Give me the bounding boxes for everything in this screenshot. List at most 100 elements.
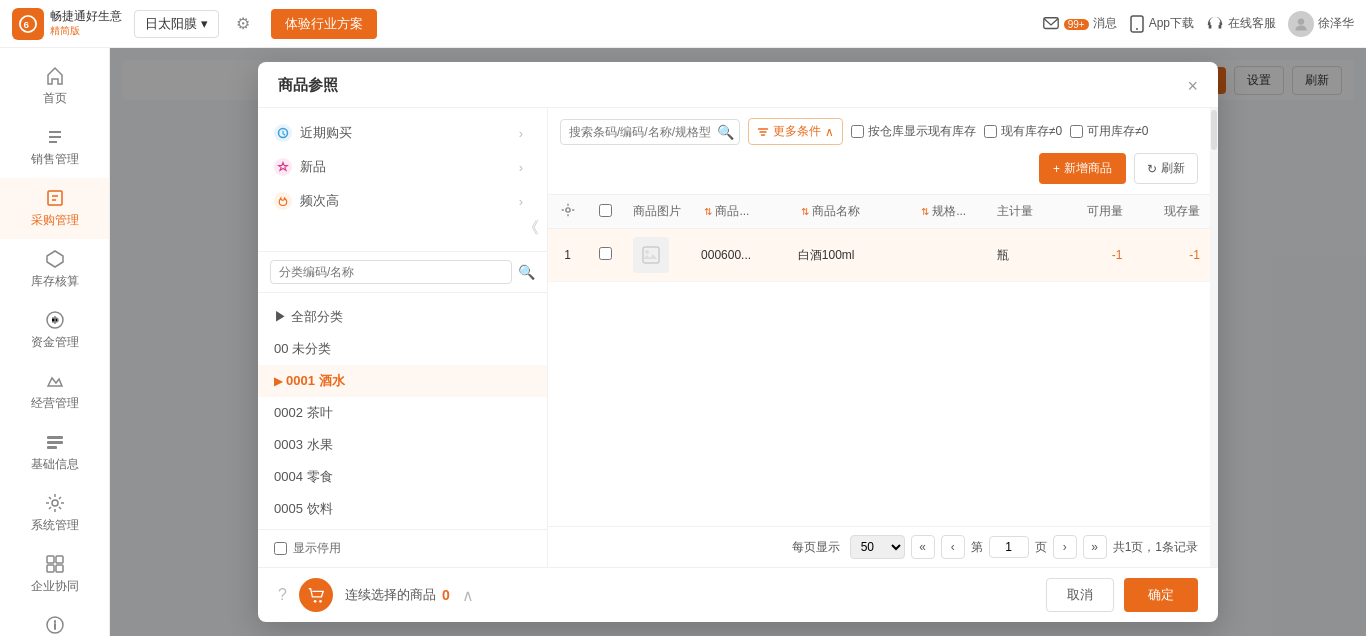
continuous-label: 连续选择的商品 0 (345, 586, 450, 604)
collapse-new-icon[interactable]: › (511, 157, 531, 177)
filter-available-stock[interactable]: 可用库存≠0 (1070, 123, 1148, 140)
help-icon[interactable]: ? (278, 586, 287, 604)
add-product-label: 新增商品 (1064, 160, 1112, 177)
table-row[interactable]: 1 (548, 229, 1210, 282)
quick-frequent[interactable]: 频次高 › (258, 184, 547, 218)
filter-by-warehouse[interactable]: 按仓库显示现有库存 (851, 123, 976, 140)
sidebar-item-system[interactable]: 系统管理 (0, 483, 109, 544)
svg-rect-13 (56, 556, 63, 563)
cat-0002[interactable]: 0002 茶叶 (258, 397, 547, 429)
sidebar-item-guide[interactable]: 新手引导 (0, 605, 109, 636)
current-stock-checkbox[interactable] (984, 125, 997, 138)
svg-point-4 (1136, 28, 1138, 30)
cat-all[interactable]: ▶ 全部分类 (258, 301, 547, 333)
messages-badge: 99+ (1064, 17, 1089, 31)
row-stock: -1 (1189, 248, 1200, 262)
cat-0005[interactable]: 0005 饮料 (258, 493, 547, 525)
sidebar-label-finance: 资金管理 (31, 334, 79, 351)
left-panel: 近期购买 › 新品 › (258, 108, 548, 567)
sidebar-item-inventory[interactable]: 库存核算 (0, 239, 109, 300)
collapse-quick-icon[interactable]: › (511, 123, 531, 143)
cat-0004[interactable]: 0004 零食 (258, 461, 547, 493)
available-stock-checkbox[interactable] (1070, 125, 1083, 138)
refresh-icon: ↻ (1147, 162, 1157, 176)
collapse-panel-btn[interactable]: 《 (523, 218, 539, 239)
show-disabled-label[interactable]: 显示停用 (293, 540, 341, 557)
refresh-btn[interactable]: ↻ 刷新 (1134, 153, 1198, 184)
th-spec[interactable]: ⇅ 规格... (908, 195, 987, 229)
operations-icon (45, 371, 65, 391)
sidebar-item-home[interactable]: 首页 (0, 56, 109, 117)
show-disabled-checkbox[interactable] (274, 542, 287, 555)
cart-count: 0 (442, 587, 450, 603)
sidebar-label-inventory: 库存核算 (31, 273, 79, 290)
th-code[interactable]: ⇅ 商品... (691, 195, 788, 229)
quick-access: 近期购买 › 新品 › (258, 108, 547, 252)
th-name[interactable]: ⇅ 商品名称 (788, 195, 908, 229)
svg-point-25 (314, 600, 317, 603)
main-search-icon[interactable]: 🔍 (717, 124, 734, 140)
category-search-btn[interactable]: 🔍 (518, 264, 535, 280)
logo-sub: 精简版 (50, 24, 122, 38)
category-search-input[interactable] (270, 260, 512, 284)
experience-btn[interactable]: 体验行业方案 (271, 9, 377, 39)
phone-icon (1129, 15, 1145, 33)
store-name: 日太阳膜 (145, 15, 197, 33)
modal-scroll-thumb[interactable] (1211, 110, 1217, 150)
home-icon (45, 66, 65, 86)
th-code-sort-icon: ⇅ (704, 206, 712, 217)
cat-0003[interactable]: 0003 水果 (258, 429, 547, 461)
page-first-btn[interactable]: « (911, 535, 935, 559)
right-panel: 🔍 更多条件 ∧ 按仓库显示现有库存 (548, 108, 1210, 567)
svg-point-22 (566, 208, 570, 212)
quick-new-label: 新品 (300, 158, 326, 176)
th-stock: 现存量 (1133, 195, 1210, 229)
user-item[interactable]: 徐泽华 (1288, 11, 1354, 37)
store-selector[interactable]: 日太阳膜 ▾ (134, 10, 219, 38)
page-prev-btn[interactable]: ‹ (941, 535, 965, 559)
cat-00[interactable]: 00 未分类 (258, 333, 547, 365)
sidebar-item-purchase[interactable]: 采购管理 (0, 178, 109, 239)
filter-more-btn[interactable]: 更多条件 ∧ (748, 118, 843, 145)
quick-new[interactable]: 新品 › (258, 150, 547, 184)
confirm-btn[interactable]: 确定 (1124, 578, 1198, 612)
page-next-btn[interactable]: › (1053, 535, 1077, 559)
collapse-footer-icon[interactable]: ∧ (462, 586, 474, 605)
cancel-btn[interactable]: 取消 (1046, 578, 1114, 612)
modal-header: 商品参照 × (258, 62, 1218, 108)
th-avail-label: 可用量 (1087, 204, 1123, 218)
page-input[interactable] (989, 536, 1029, 558)
page-last-btn[interactable]: » (1083, 535, 1107, 559)
settings-icon[interactable]: ⚙ (229, 10, 257, 38)
sidebar-item-finance[interactable]: 资金管理 (0, 300, 109, 361)
messages-item[interactable]: 99+ 消息 (1042, 15, 1117, 33)
cell-check[interactable] (587, 229, 623, 282)
sidebar-item-enterprise[interactable]: 企业协同 (0, 544, 109, 605)
select-all-checkbox[interactable] (599, 204, 612, 217)
clock-icon (274, 124, 292, 142)
page-size-select[interactable]: 50 20 100 (850, 535, 905, 559)
online-service-item[interactable]: 在线客服 (1206, 15, 1276, 33)
modal-close-btn[interactable]: × (1187, 77, 1198, 95)
collapse-freq-icon[interactable]: › (511, 191, 531, 211)
add-product-btn[interactable]: + 新增商品 (1039, 153, 1126, 184)
sidebar-label-basic: 基础信息 (31, 456, 79, 473)
app-download-item[interactable]: App下载 (1129, 15, 1194, 33)
th-settings[interactable] (548, 195, 587, 229)
svg-point-24 (645, 250, 649, 254)
filter-current-stock[interactable]: 现有库存≠0 (984, 123, 1062, 140)
sidebar-item-sales[interactable]: 销售管理 (0, 117, 109, 178)
sidebar-label-enterprise: 企业协同 (31, 578, 79, 595)
row-checkbox[interactable] (599, 247, 612, 260)
cell-unit: 瓶 (987, 229, 1056, 282)
cart-btn[interactable] (299, 578, 333, 612)
username: 徐泽华 (1318, 15, 1354, 32)
by-warehouse-checkbox[interactable] (851, 125, 864, 138)
quick-recent[interactable]: 近期购买 › (258, 116, 547, 150)
th-name-sort-icon: ⇅ (801, 206, 809, 217)
sidebar-item-basic[interactable]: 基础信息 (0, 422, 109, 483)
main-search-input[interactable] (560, 119, 740, 145)
cell-img (623, 229, 691, 282)
sidebar-item-operations[interactable]: 经营管理 (0, 361, 109, 422)
cat-0001[interactable]: ▶ 0001 酒水 (258, 365, 547, 397)
